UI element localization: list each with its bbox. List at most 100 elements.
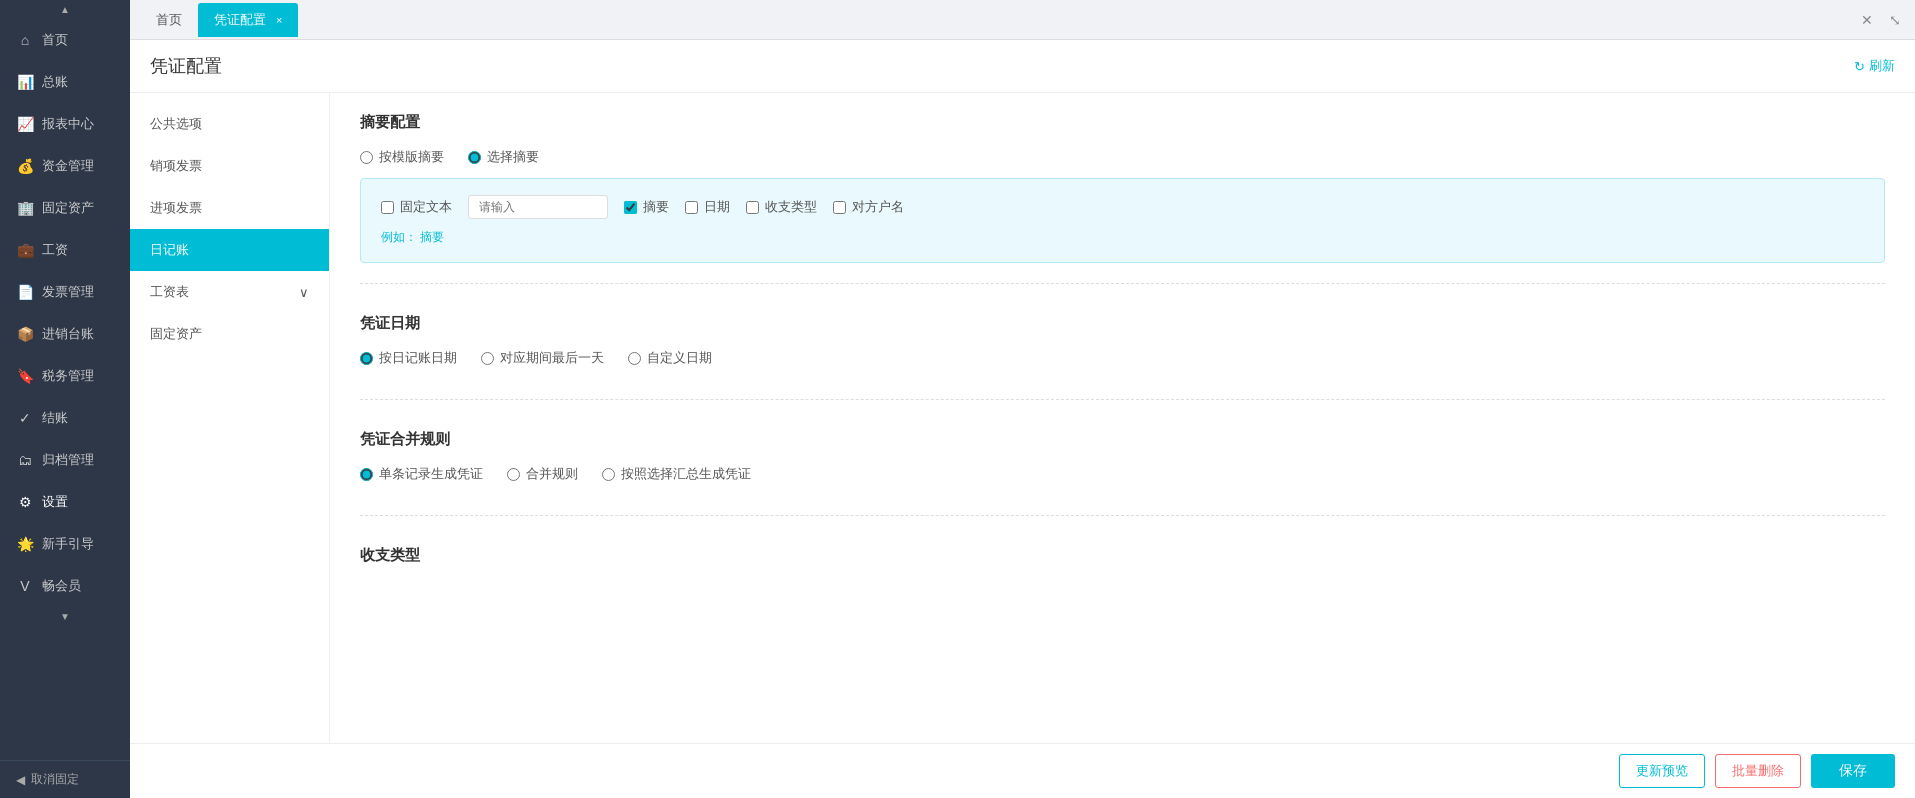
radio-by-journal-date-input[interactable]	[360, 352, 373, 365]
left-nav-label-payroll-table: 工资表	[150, 283, 189, 301]
radio-select-abstract-input[interactable]	[468, 151, 481, 164]
fund-icon: 💰	[16, 158, 34, 174]
cb-fixed-text-input[interactable]	[381, 201, 394, 214]
sidebar-item-settlement[interactable]: ✓ 结账	[0, 397, 130, 439]
pin-label: 取消固定	[31, 771, 79, 788]
left-nav: 公共选项 销项发票 进项发票 日记账 工资表 ∨ 固定资产	[130, 93, 330, 743]
left-nav-payroll-table[interactable]: 工资表 ∨	[130, 271, 329, 313]
chevron-down-icon: ∨	[299, 285, 309, 300]
cb-abstract[interactable]: 摘要	[624, 198, 669, 216]
section-voucher-date: 凭证日期 按日记账日期 对应期间最后一天 自定义日期	[360, 314, 1885, 400]
left-nav-label-sales-invoice: 销项发票	[150, 157, 202, 175]
section-title-income-type: 收支类型	[360, 546, 1885, 565]
voucher-date-option-row: 按日记账日期 对应期间最后一天 自定义日期	[360, 349, 1885, 367]
radio-by-selection-summary[interactable]: 按照选择汇总生成凭证	[602, 465, 751, 483]
left-nav-public-options[interactable]: 公共选项	[130, 103, 329, 145]
radio-last-day-label: 对应期间最后一天	[500, 349, 604, 367]
radio-last-day-input[interactable]	[481, 352, 494, 365]
cb-date[interactable]: 日期	[685, 198, 730, 216]
radio-last-day[interactable]: 对应期间最后一天	[481, 349, 604, 367]
cb-abstract-label: 摘要	[643, 198, 669, 216]
refresh-button[interactable]: ↻ 刷新	[1854, 57, 1895, 75]
tab-home[interactable]: 首页	[140, 3, 198, 37]
sidebar-item-fixed-assets[interactable]: 🏢 固定资产	[0, 187, 130, 229]
radio-by-journal-date[interactable]: 按日记账日期	[360, 349, 457, 367]
radio-by-selection-summary-input[interactable]	[602, 468, 615, 481]
left-nav-purchase-invoice[interactable]: 进项发票	[130, 187, 329, 229]
left-nav-sales-invoice[interactable]: 销项发票	[130, 145, 329, 187]
radio-custom-date-input[interactable]	[628, 352, 641, 365]
invoice-icon: 📄	[16, 284, 34, 300]
batch-delete-button[interactable]: 批量删除	[1715, 754, 1801, 788]
radio-single-record[interactable]: 单条记录生成凭证	[360, 465, 483, 483]
sidebar-item-settings[interactable]: ⚙ 设置	[0, 481, 130, 523]
radio-select-abstract-label: 选择摘要	[487, 148, 539, 166]
tab-close-icon[interactable]: ×	[276, 14, 282, 26]
radio-custom-date-label: 自定义日期	[647, 349, 712, 367]
merge-rules-option-row: 单条记录生成凭证 合并规则 按照选择汇总生成凭证	[360, 465, 1885, 483]
cb-fixed-text-label: 固定文本	[400, 198, 452, 216]
tab-voucher-label: 凭证配置	[214, 11, 266, 29]
cb-counterparty[interactable]: 对方户名	[833, 198, 904, 216]
settlement-icon: ✓	[16, 410, 34, 426]
sidebar-item-archive-management[interactable]: 🗂 归档管理	[0, 439, 130, 481]
settings-icon: ⚙	[16, 494, 34, 510]
sidebar-item-purchase-sales[interactable]: 📦 进销台账	[0, 313, 130, 355]
main-area: 首页 凭证配置 × ✕ ⤡ 凭证配置 ↻ 刷新 公共选项	[130, 0, 1915, 798]
sidebar-item-payroll[interactable]: 💼 工资	[0, 229, 130, 271]
tax-icon: 🔖	[16, 368, 34, 384]
radio-single-record-input[interactable]	[360, 468, 373, 481]
radio-template-abstract[interactable]: 按模版摘要	[360, 148, 444, 166]
cb-fixed-text[interactable]: 固定文本	[381, 198, 452, 216]
window-close-btn[interactable]: ✕	[1857, 10, 1877, 30]
sidebar-item-vip-member[interactable]: V 畅会员	[0, 565, 130, 607]
general-ledger-icon: 📊	[16, 74, 34, 90]
cb-date-input[interactable]	[685, 201, 698, 214]
radio-by-journal-date-label: 按日记账日期	[379, 349, 457, 367]
sidebar-item-label-st: 结账	[42, 409, 68, 427]
left-nav-fixed-assets[interactable]: 固定资产	[130, 313, 329, 355]
cb-counterparty-label: 对方户名	[852, 198, 904, 216]
tab-bar: 首页 凭证配置 × ✕ ⤡	[130, 0, 1915, 40]
left-nav-label-purchase-invoice: 进项发票	[150, 199, 202, 217]
cb-income-type[interactable]: 收支类型	[746, 198, 817, 216]
right-content: 摘要配置 按模版摘要 选择摘要	[330, 93, 1915, 743]
radio-select-abstract[interactable]: 选择摘要	[468, 148, 539, 166]
sidebar-item-tax-management[interactable]: 🔖 税务管理	[0, 355, 130, 397]
tab-voucher-config[interactable]: 凭证配置 ×	[198, 3, 298, 37]
example-label: 例如：	[381, 230, 417, 244]
sidebar-item-home[interactable]: ⌂ 首页	[0, 19, 130, 61]
left-nav-journal[interactable]: 日记账	[130, 229, 329, 271]
sidebar-item-newbie-guide[interactable]: 🌟 新手引导	[0, 523, 130, 565]
abstract-box: 固定文本 摘要 日期	[360, 178, 1885, 263]
sidebar-pin-toggle[interactable]: ◀ 取消固定	[0, 760, 130, 798]
sidebar-item-label-settings: 设置	[42, 493, 68, 511]
radio-template-abstract-input[interactable]	[360, 151, 373, 164]
sidebar-item-general-ledger[interactable]: 📊 总账	[0, 61, 130, 103]
vip-icon: V	[16, 578, 34, 594]
page-header: 凭证配置 ↻ 刷新	[130, 40, 1915, 93]
window-expand-btn[interactable]: ⤡	[1885, 10, 1905, 30]
update-preview-button[interactable]: 更新预览	[1619, 754, 1705, 788]
sidebar-item-invoice-management[interactable]: 📄 发票管理	[0, 271, 130, 313]
cb-abstract-input[interactable]	[624, 201, 637, 214]
cb-income-type-input[interactable]	[746, 201, 759, 214]
example-value: 摘要	[420, 230, 444, 244]
sidebar-item-label-rc: 报表中心	[42, 115, 94, 133]
example-text: 例如： 摘要	[381, 229, 1864, 246]
sidebar-scroll-up[interactable]: ▲	[0, 0, 130, 19]
cb-counterparty-input[interactable]	[833, 201, 846, 214]
sidebar: ▲ ⌂ 首页 📊 总账 📈 报表中心 💰 资金管理 🏢 固定资产 💼 工资 📄 …	[0, 0, 130, 798]
radio-merge-rules-input[interactable]	[507, 468, 520, 481]
radio-by-selection-summary-label: 按照选择汇总生成凭证	[621, 465, 751, 483]
tab-home-label: 首页	[156, 11, 182, 29]
sidebar-item-fund-management[interactable]: 💰 资金管理	[0, 145, 130, 187]
save-button[interactable]: 保存	[1811, 754, 1895, 788]
sidebar-item-label-gl: 总账	[42, 73, 68, 91]
radio-merge-rules[interactable]: 合并规则	[507, 465, 578, 483]
radio-custom-date[interactable]: 自定义日期	[628, 349, 712, 367]
sidebar-item-label-im: 发票管理	[42, 283, 94, 301]
sidebar-scroll-down[interactable]: ▼	[0, 607, 130, 626]
sidebar-item-report-center[interactable]: 📈 报表中心	[0, 103, 130, 145]
fixed-text-input[interactable]	[468, 195, 608, 219]
